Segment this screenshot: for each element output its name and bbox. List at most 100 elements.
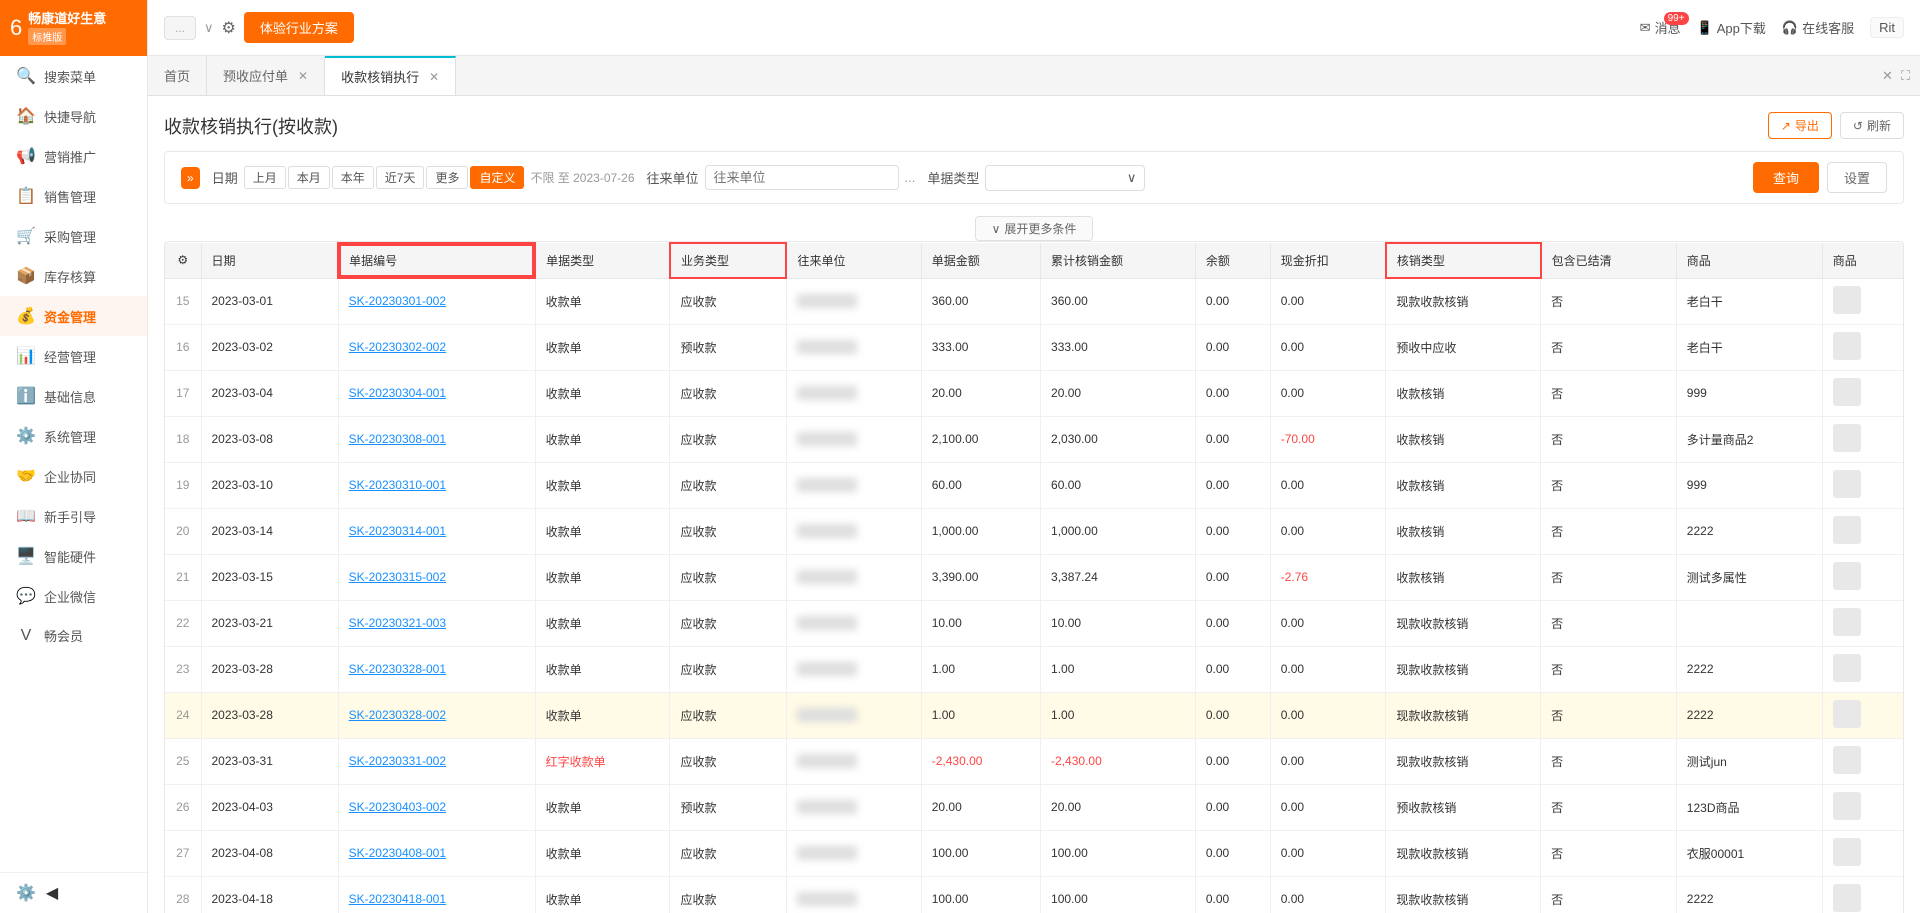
refresh-button[interactable]: ↺ 刷新 (1840, 112, 1904, 139)
cell-product-img (1822, 830, 1903, 876)
sidebar-label-purchase: 采购管理 (44, 227, 96, 246)
sidebar-item-search[interactable]: 🔍 搜索菜单 (0, 56, 147, 96)
sidebar-item-quicknav[interactable]: 🏠 快捷导航 (0, 96, 147, 136)
date-more-btn[interactable]: 更多 (426, 166, 468, 189)
cell-balance: 0.00 (1195, 462, 1270, 508)
cell-cancel-type: 收款核销 (1386, 508, 1541, 554)
cell-cancel-type: 现款收款核销 (1386, 692, 1541, 738)
cell-bill-no[interactable]: SK-20230310-001 (338, 462, 535, 508)
filter-expand-button[interactable]: » (181, 167, 200, 189)
cell-amount: 20.00 (921, 784, 1040, 830)
cell-bill-no[interactable]: SK-20230304-001 (338, 370, 535, 416)
cell-product-img (1822, 370, 1903, 416)
cell-balance: 0.00 (1195, 508, 1270, 554)
cell-bill-no[interactable]: SK-20230328-001 (338, 646, 535, 692)
sidebar-item-marketing[interactable]: 📢 营销推广 (0, 136, 147, 176)
message-button[interactable]: ✉ 消息 99+ (1640, 18, 1681, 37)
tab-receipt[interactable]: 收款核销执行 ✕ (325, 56, 456, 95)
col-header-bill-no: 单据编号 (338, 243, 535, 278)
col-header-counterpart: 往来单位 (786, 243, 921, 278)
date-this-year-btn[interactable]: 本年 (332, 166, 374, 189)
cell-bill-no[interactable]: SK-20230418-001 (338, 876, 535, 913)
sidebar-item-hardware[interactable]: 🖥️ 智能硬件 (0, 536, 147, 576)
cell-date: 2023-03-31 (201, 738, 338, 784)
online-service-button[interactable]: 🎧 在线客服 (1782, 18, 1854, 37)
col-header-gear[interactable]: ⚙ (165, 243, 201, 278)
cell-bill-no[interactable]: SK-20230408-001 (338, 830, 535, 876)
industry-solution-button[interactable]: 体验行业方案 (244, 12, 354, 43)
table-row: 252023-03-31SK-20230331-002红字收款单应收款xxxxx… (165, 738, 1903, 784)
cell-product: 2222 (1676, 508, 1822, 554)
cell-bill-no[interactable]: SK-20230301-002 (338, 278, 535, 324)
cell-balance: 0.00 (1195, 692, 1270, 738)
tab-expand-icon[interactable]: ⛶ (1901, 68, 1910, 84)
cell-product: 多计量商品2 (1676, 416, 1822, 462)
cell-balance: 0.00 (1195, 278, 1270, 324)
counterpart-input[interactable] (705, 165, 899, 190)
cell-bill-no[interactable]: SK-20230315-002 (338, 554, 535, 600)
sidebar-item-sales[interactable]: 📋 销售管理 (0, 176, 147, 216)
cell-date: 2023-03-04 (201, 370, 338, 416)
cell-product: 123D商品 (1676, 784, 1822, 830)
sidebar-item-guide[interactable]: 📖 新手引导 (0, 496, 147, 536)
tab-receipt-close-icon[interactable]: ✕ (429, 70, 439, 84)
cell-product: 老白干 (1676, 324, 1822, 370)
cell-bill-no[interactable]: SK-20230331-002 (338, 738, 535, 784)
user-area[interactable]: Rit (1870, 17, 1904, 38)
sidebar-item-member[interactable]: V 畅会员 (0, 616, 147, 655)
cell-bill-no[interactable]: SK-20230314-001 (338, 508, 535, 554)
tab-close-all-icon[interactable]: ✕ (1882, 68, 1893, 84)
tab-prepay[interactable]: 预收应付单 ✕ (207, 56, 325, 95)
sidebar-item-inventory[interactable]: 📦 库存核算 (0, 256, 147, 296)
cell-balance: 0.00 (1195, 370, 1270, 416)
cell-bill-no[interactable]: SK-20230321-003 (338, 600, 535, 646)
settings-button[interactable]: 设置 (1827, 162, 1887, 193)
sidebar-item-wechat[interactable]: 💬 企业微信 (0, 576, 147, 616)
sidebar-item-purchase[interactable]: 🛒 采购管理 (0, 216, 147, 256)
cell-cum-cancel: 1.00 (1041, 646, 1196, 692)
footer-settings-icon[interactable]: ⚙️ (16, 883, 36, 903)
cell-biz-type: 应收款 (670, 876, 787, 913)
cell-date: 2023-04-18 (201, 876, 338, 913)
footer-collapse-icon[interactable]: ◀ (46, 883, 58, 903)
cell-discount: 0.00 (1270, 370, 1386, 416)
cell-bill-no[interactable]: SK-20230308-001 (338, 416, 535, 462)
data-table-container: ⚙ 日期 单据编号 单据类型 业务类型 往来单位 单据金额 累计核销金额 余额 … (164, 241, 1904, 913)
cell-num: 18 (165, 416, 201, 462)
headset-icon: 🎧 (1782, 20, 1798, 36)
bill-type-select[interactable]: ∨ (985, 165, 1145, 191)
tab-prepay-close-icon[interactable]: ✕ (298, 69, 308, 83)
message-badge: 99+ (1664, 12, 1689, 25)
expand-more-button[interactable]: ∨ 展开更多条件 (975, 216, 1094, 241)
cell-biz-type: 应收款 (670, 370, 787, 416)
topbar-gear-icon[interactable]: ⚙ (222, 18, 236, 38)
topbar-breadcrumb: ... (164, 16, 196, 40)
cell-counterpart: xxxxxx (786, 600, 921, 646)
date-custom-btn[interactable]: 自定义 (470, 166, 524, 189)
cell-discount: 0.00 (1270, 462, 1386, 508)
cell-bill-no[interactable]: SK-20230328-002 (338, 692, 535, 738)
sidebar-item-operations[interactable]: 📊 经营管理 (0, 336, 147, 376)
cell-counterpart: xxxxxx (786, 692, 921, 738)
cell-num: 27 (165, 830, 201, 876)
date-7days-btn[interactable]: 近7天 (376, 166, 425, 189)
cell-discount: 0.00 (1270, 692, 1386, 738)
export-button[interactable]: ↗ 导出 (1768, 112, 1832, 139)
query-button[interactable]: 查询 (1753, 162, 1819, 193)
table-row: 152023-03-01SK-20230301-002收款单应收款xxxxxx3… (165, 278, 1903, 324)
col-header-cum-cancel: 累计核销金额 (1041, 243, 1196, 278)
tab-home[interactable]: 首页 (148, 56, 207, 95)
sidebar-item-basic[interactable]: ℹ️ 基础信息 (0, 376, 147, 416)
cell-include-settled: 否 (1541, 554, 1677, 600)
sidebar-item-finance[interactable]: 💰 资金管理 (0, 296, 147, 336)
expand-icon: » (187, 171, 194, 185)
cell-biz-type: 应收款 (670, 646, 787, 692)
cell-bill-no[interactable]: SK-20230403-002 (338, 784, 535, 830)
date-last-month-btn[interactable]: 上月 (244, 166, 286, 189)
date-this-month-btn[interactable]: 本月 (288, 166, 330, 189)
cell-biz-type: 应收款 (670, 462, 787, 508)
app-download-button[interactable]: 📱 App下载 (1697, 18, 1766, 37)
sidebar-item-company[interactable]: 🤝 企业协同 (0, 456, 147, 496)
sidebar-item-system[interactable]: ⚙️ 系统管理 (0, 416, 147, 456)
cell-bill-no[interactable]: SK-20230302-002 (338, 324, 535, 370)
